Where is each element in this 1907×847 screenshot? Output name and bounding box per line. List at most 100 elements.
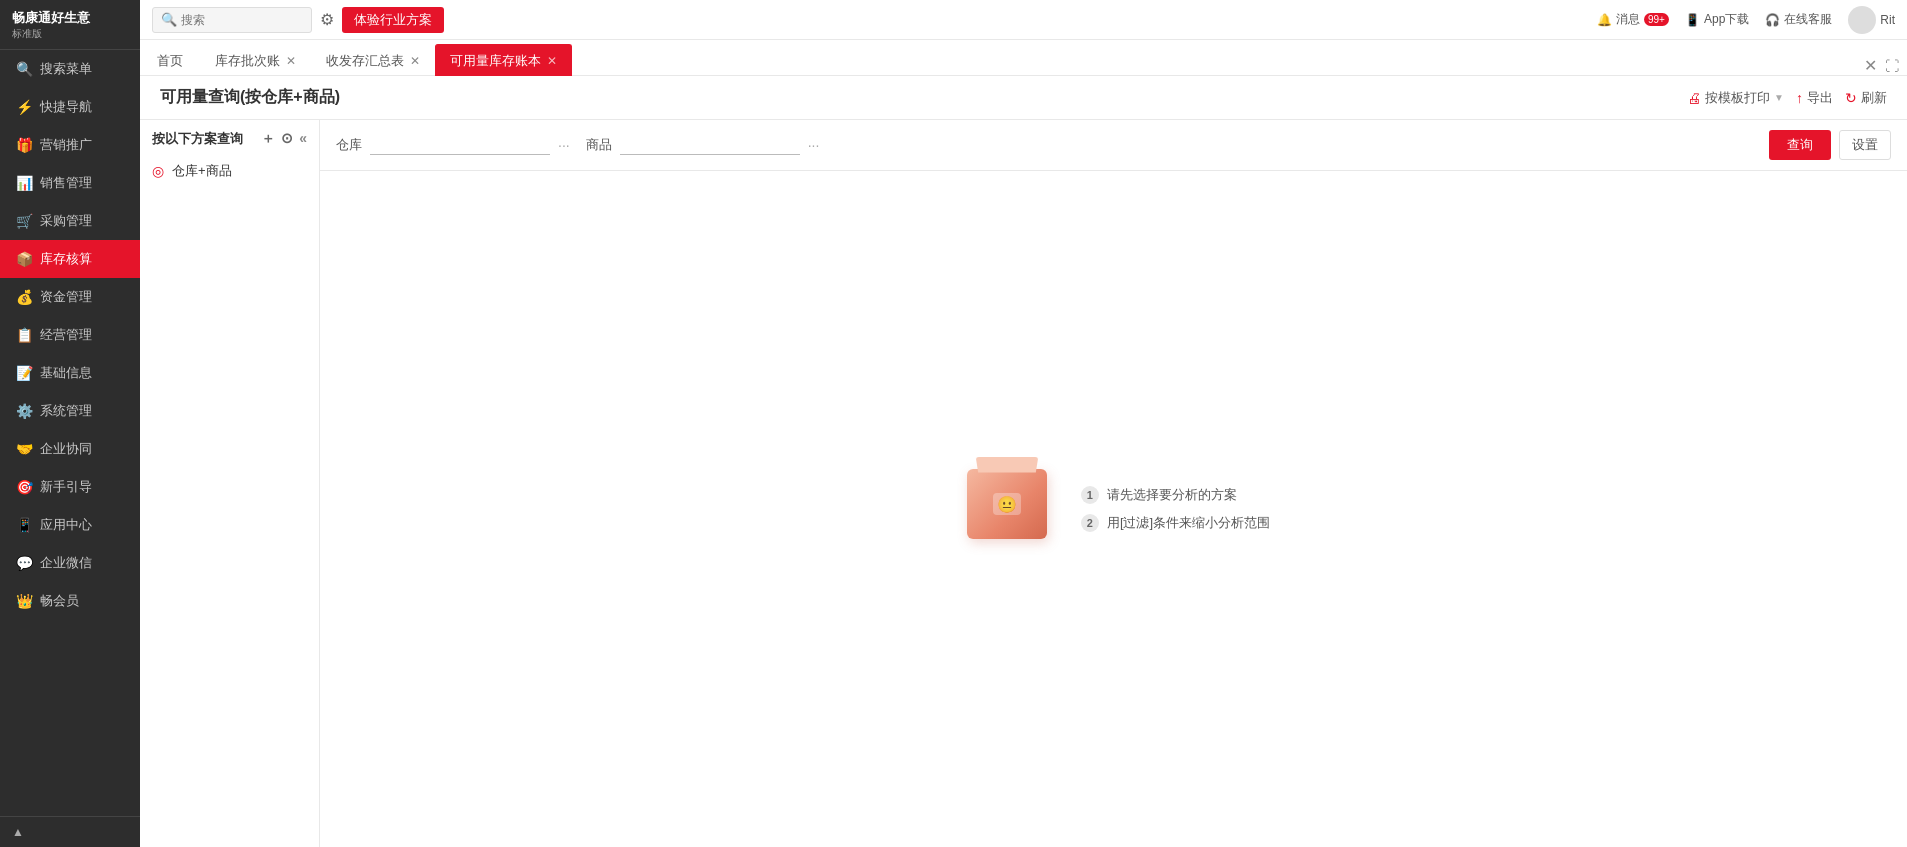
tab-batch-ledger-close[interactable]: ✕ <box>286 54 296 68</box>
empty-state: 😐 1 请先选择要分析的方案 2 用[过滤]条件来缩小分析范围 <box>320 171 1907 847</box>
add-scheme-icon[interactable]: ＋ <box>261 130 275 148</box>
headset-icon: 🎧 <box>1765 13 1780 27</box>
online-service-button[interactable]: 🎧 在线客服 <box>1765 11 1832 28</box>
tab-available-ledger-label: 可用量库存账本 <box>450 52 541 70</box>
close-tab-icon[interactable]: ✕ <box>1864 56 1877 75</box>
clipboard-icon: 📋 <box>16 327 32 343</box>
cart-icon: 🛒 <box>16 213 32 229</box>
print-icon: 🖨 <box>1687 90 1701 106</box>
query-button[interactable]: 查询 <box>1769 130 1831 160</box>
search-box[interactable]: 🔍 <box>152 7 312 33</box>
refresh-button[interactable]: ↻ 刷新 <box>1845 89 1887 107</box>
sidebar-item-wechat[interactable]: 💬 企业微信 <box>0 544 140 582</box>
refresh-icon: ↻ <box>1845 90 1857 106</box>
online-service-label: 在线客服 <box>1784 11 1832 28</box>
tab-batch-ledger-label: 库存批次账 <box>215 52 280 70</box>
tab-collection-summary-label: 收发存汇总表 <box>326 52 404 70</box>
edit-scheme-icon[interactable]: ⊙ <box>281 130 293 148</box>
sidebar-item-search[interactable]: 🔍 搜索菜单 <box>0 50 140 88</box>
settings-button[interactable]: 设置 <box>1839 130 1891 160</box>
sidebar-item-finance[interactable]: 💰 资金管理 <box>0 278 140 316</box>
warehouse-more-icon[interactable]: ··· <box>558 137 570 153</box>
mobile-icon: 📱 <box>16 517 32 533</box>
sidebar-item-inventory[interactable]: 📦 库存核算 <box>0 240 140 278</box>
tabbar: 首页 库存批次账 ✕ 收发存汇总表 ✕ 可用量库存账本 ✕ ✕ ⛶ <box>140 40 1907 76</box>
settings-icon[interactable]: ⚙ <box>320 10 334 29</box>
sidebar-item-label: 新手引导 <box>40 478 92 496</box>
sidebar-item-marketing[interactable]: 🎁 营销推广 <box>0 126 140 164</box>
warehouse-filter-group: 仓库 ··· <box>336 135 570 155</box>
step-number-2: 2 <box>1081 514 1099 532</box>
avatar <box>1848 6 1876 34</box>
tab-home[interactable]: 首页 <box>140 44 200 76</box>
empty-box-face: 😐 <box>993 493 1021 515</box>
tab-collection-summary-close[interactable]: ✕ <box>410 54 420 68</box>
tab-available-ledger[interactable]: 可用量库存账本 ✕ <box>435 44 572 76</box>
sidebar-item-purchase[interactable]: 🛒 采购管理 <box>0 202 140 240</box>
sidebar-item-enterprise[interactable]: 🤝 企业协同 <box>0 430 140 468</box>
export-button[interactable]: ↑ 导出 <box>1796 89 1833 107</box>
tab-batch-ledger[interactable]: 库存批次账 ✕ <box>200 44 311 76</box>
empty-step-1-label: 请先选择要分析的方案 <box>1107 486 1237 504</box>
product-more-icon[interactable]: ··· <box>808 137 820 153</box>
refresh-label: 刷新 <box>1861 89 1887 107</box>
filter-bar: 仓库 ··· 商品 ··· 查询 设置 <box>320 120 1907 171</box>
box-icon: 📦 <box>16 251 32 267</box>
tab-collection-summary[interactable]: 收发存汇总表 ✕ <box>311 44 435 76</box>
sidebar-item-label: 采购管理 <box>40 212 92 230</box>
sidebar-item-vip[interactable]: 👑 畅会员 <box>0 582 140 620</box>
tab-home-label: 首页 <box>157 52 183 70</box>
product-input[interactable] <box>620 135 800 155</box>
collapse-panel-icon[interactable]: « <box>299 130 307 148</box>
sidebar-item-label: 快捷导航 <box>40 98 92 116</box>
expand-icon: ▲ <box>12 825 24 839</box>
sidebar-item-label: 应用中心 <box>40 516 92 534</box>
app-download-label: App下载 <box>1704 11 1749 28</box>
print-button[interactable]: 🖨 按模板打印 ▼ <box>1687 89 1784 107</box>
sidebar-item-label: 企业协同 <box>40 440 92 458</box>
sidebar-item-sales[interactable]: 📊 销售管理 <box>0 164 140 202</box>
warehouse-label: 仓库 <box>336 136 362 154</box>
gift-icon: 🎁 <box>16 137 32 153</box>
sidebar-item-shortcut[interactable]: ⚡ 快捷导航 <box>0 88 140 126</box>
sidebar-item-app-center[interactable]: 📱 应用中心 <box>0 506 140 544</box>
export-label: 导出 <box>1807 89 1833 107</box>
sidebar-item-label: 系统管理 <box>40 402 92 420</box>
step-number-1: 1 <box>1081 486 1099 504</box>
page-actions: 🖨 按模板打印 ▼ ↑ 导出 ↻ 刷新 <box>1687 89 1887 107</box>
chat-icon: 💬 <box>16 555 32 571</box>
expand-icon[interactable]: ⛶ <box>1885 58 1899 74</box>
empty-box: 😐 <box>967 469 1047 539</box>
user-profile[interactable]: Rit <box>1848 6 1895 34</box>
sidebar-item-system[interactable]: ⚙️ 系统管理 <box>0 392 140 430</box>
query-panel: 仓库 ··· 商品 ··· 查询 设置 <box>320 120 1907 847</box>
scheme-panel-header: 按以下方案查询 ＋ ⊙ « <box>140 120 319 154</box>
sidebar-item-label: 畅会员 <box>40 592 79 610</box>
print-label: 按模板打印 <box>1705 89 1770 107</box>
empty-step-1: 1 请先选择要分析的方案 <box>1081 486 1270 504</box>
scheme-panel-title: 按以下方案查询 <box>152 130 243 148</box>
sidebar-item-basic-info[interactable]: 📝 基础信息 <box>0 354 140 392</box>
tab-available-ledger-close[interactable]: ✕ <box>547 54 557 68</box>
trial-button[interactable]: 体验行业方案 <box>342 7 444 33</box>
warehouse-input[interactable] <box>370 135 550 155</box>
scheme-item-icon: ◎ <box>152 163 164 179</box>
target-icon: 🎯 <box>16 479 32 495</box>
sidebar-item-operations[interactable]: 📋 经营管理 <box>0 316 140 354</box>
topbar: 🔍 ⚙ 体验行业方案 🔔 消息 99+ 📱 App下载 🎧 在线客服 Rit <box>140 0 1907 40</box>
sidebar-item-guide[interactable]: 🎯 新手引导 <box>0 468 140 506</box>
app-download-button[interactable]: 📱 App下载 <box>1685 11 1749 28</box>
scheme-panel: 按以下方案查询 ＋ ⊙ « ◎ 仓库+商品 <box>140 120 320 847</box>
search-input[interactable] <box>181 13 281 27</box>
sidebar-item-label: 营销推广 <box>40 136 92 154</box>
sidebar-item-label: 企业微信 <box>40 554 92 572</box>
note-icon: 📝 <box>16 365 32 381</box>
print-dropdown-icon[interactable]: ▼ <box>1774 92 1784 103</box>
sidebar: 畅康通好生意 标准版 🔍 搜索菜单 ⚡ 快捷导航 🎁 营销推广 📊 销售管理 🛒… <box>0 0 140 847</box>
panel-body: 按以下方案查询 ＋ ⊙ « ◎ 仓库+商品 仓库 <box>140 120 1907 847</box>
scheme-item-warehouse-product[interactable]: ◎ 仓库+商品 <box>140 154 319 188</box>
message-button[interactable]: 🔔 消息 99+ <box>1597 11 1669 28</box>
app-version: 标准版 <box>12 27 128 41</box>
main-area: 🔍 ⚙ 体验行业方案 🔔 消息 99+ 📱 App下载 🎧 在线客服 Rit <box>140 0 1907 847</box>
app-name: 畅康通好生意 <box>12 10 128 27</box>
